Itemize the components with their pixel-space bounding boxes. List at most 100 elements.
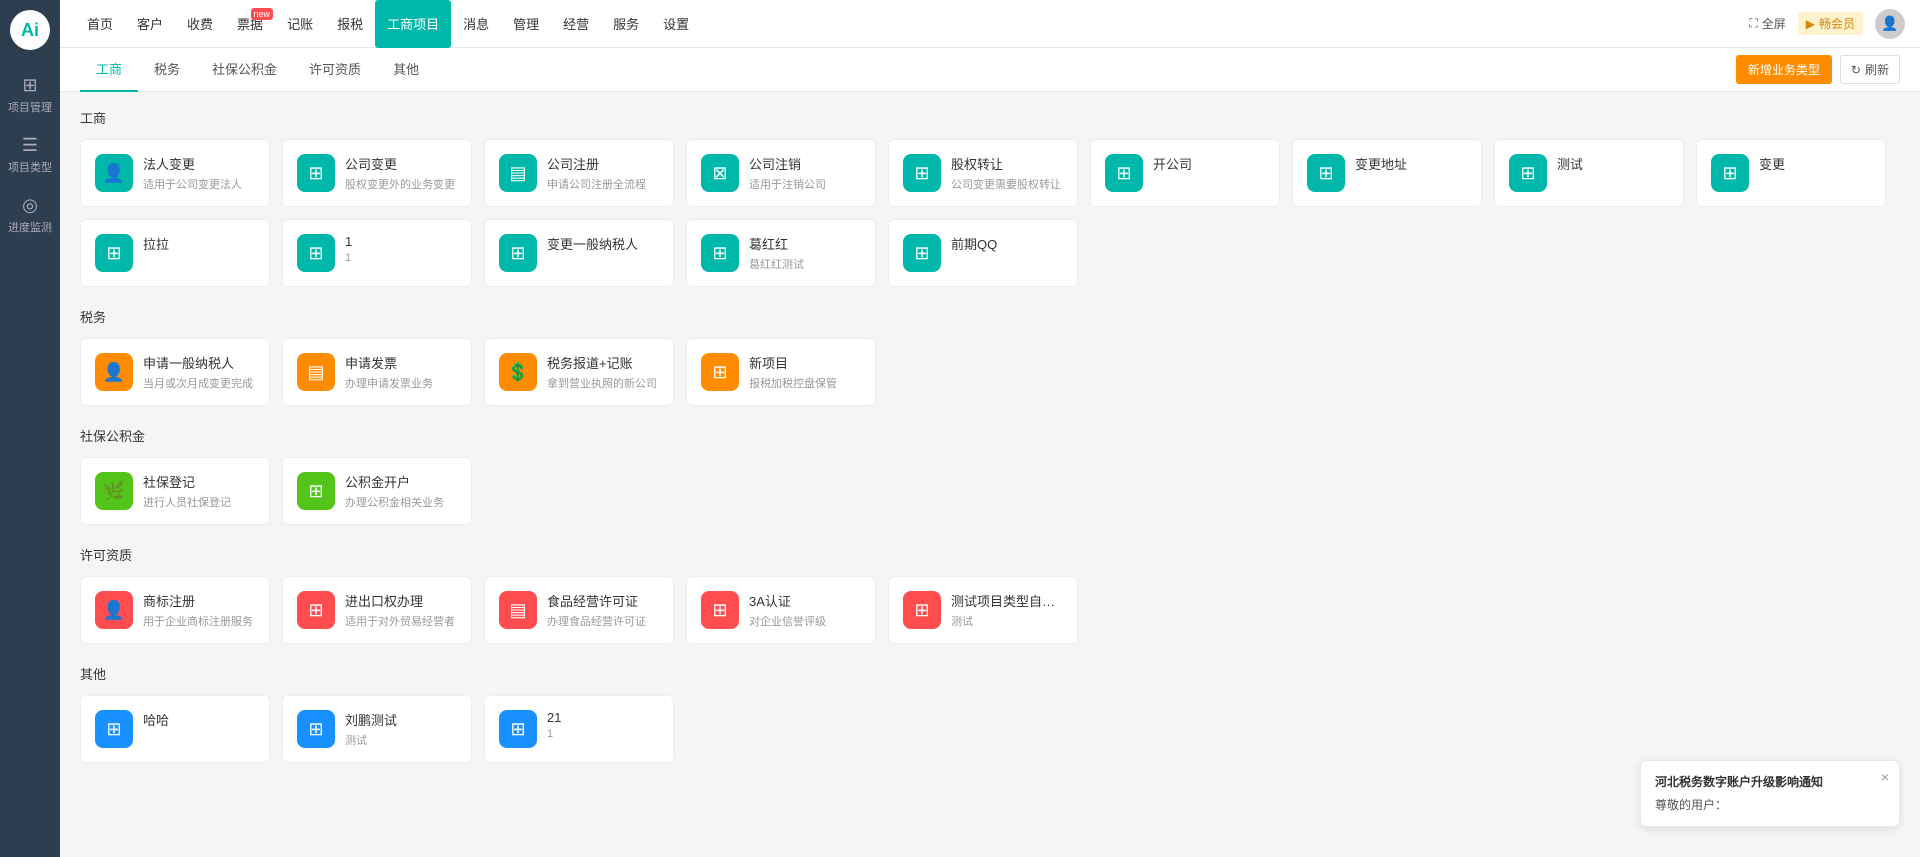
card-test[interactable]: ⊞ 测试: [1494, 139, 1684, 207]
card-info-company-cancel: 公司注销 适用于注销公司: [749, 154, 861, 192]
card-company-register[interactable]: ▤ 公司注册 申请公司注册全流程: [484, 139, 674, 207]
card-guhonghong[interactable]: ⊞ 葛红红 葛红红测试: [686, 219, 876, 287]
card-one[interactable]: ⊞ 1 1: [282, 219, 472, 287]
sidebar-logo[interactable]: Ai: [10, 10, 50, 50]
card-test-project-type[interactable]: ⊞ 测试项目类型自定义 测试: [888, 576, 1078, 644]
topnav-item-customer[interactable]: 客户: [125, 0, 175, 48]
topnav-item-home[interactable]: 首页: [75, 0, 125, 48]
card-desc-company-change: 股权变更外的业务变更: [345, 176, 457, 192]
topnav-item-manage[interactable]: 管理: [501, 0, 551, 48]
card-info-change-taxpayer: 变更一般纳税人: [547, 234, 659, 256]
topnav-item-tax[interactable]: 报税: [325, 0, 375, 48]
card-lala[interactable]: ⊞ 拉拉: [80, 219, 270, 287]
card-change-address[interactable]: ⊞ 变更地址: [1292, 139, 1482, 207]
new-type-button[interactable]: 新增业务类型: [1736, 55, 1832, 84]
main-area: 首页客户收费票据new记账报税工商项目消息管理经营服务设置 ⛶ 全屏 ▶ 畅会员…: [60, 0, 1920, 857]
card-change-taxpayer[interactable]: ⊞ 变更一般纳税人: [484, 219, 674, 287]
sidebar-icon-project-manage: ⊞: [22, 75, 37, 96]
topnav-item-billing[interactable]: 收费: [175, 0, 225, 48]
fullscreen-label: 全屏: [1762, 15, 1786, 32]
card-icon-trademark: 👤: [95, 591, 133, 629]
tab-industry[interactable]: 工商: [80, 48, 138, 92]
topnav-item-operation[interactable]: 经营: [551, 0, 601, 48]
card-haha[interactable]: ⊞ 哈哈: [80, 695, 270, 763]
card-liupeng-test[interactable]: ⊞ 刘鹏测试 测试: [282, 695, 472, 763]
card-desc-test-project-type: 测试: [951, 613, 1063, 629]
topnav-item-settings[interactable]: 设置: [651, 0, 701, 48]
card-trademark[interactable]: 👤 商标注册 用于企业商标注册服务: [80, 576, 270, 644]
card-icon-apply-invoice: ▤: [297, 353, 335, 391]
notification-close-btn[interactable]: ×: [1881, 769, 1889, 785]
card-name-trademark: 商标注册: [143, 591, 255, 610]
sidebar-item-project-manage[interactable]: ⊞ 项目管理: [8, 65, 52, 125]
refresh-label: 刷新: [1865, 61, 1889, 78]
card-social-register[interactable]: 🌿 社保登记 进行人员社保登记: [80, 457, 270, 525]
tab-other[interactable]: 其他: [377, 48, 435, 92]
card-info-fund-open: 公积金开户 办理公积金相关业务: [345, 472, 457, 510]
card-twenty-one[interactable]: ⊞ 21 1: [484, 695, 674, 763]
card-change[interactable]: ⊞ 变更: [1696, 139, 1886, 207]
tab-license[interactable]: 许可资质: [293, 48, 377, 92]
card-name-open-company: 开公司: [1153, 154, 1265, 173]
tab-tax[interactable]: 税务: [138, 48, 196, 92]
card-apply-taxpayer[interactable]: 👤 申请一般纳税人 当月或次月成变更完成: [80, 338, 270, 406]
section-social-section: 社保公积金 🌿 社保登记 进行人员社保登记 ⊞ 公积金开户 办理公积金相关业务: [80, 426, 1900, 525]
card-desc-guhonghong: 葛红红测试: [749, 256, 861, 272]
card-info-open-company: 开公司: [1153, 154, 1265, 176]
card-food-license[interactable]: ▤ 食品经营许可证 办理食品经营许可证: [484, 576, 674, 644]
card-info-tax-report-accounting: 税务报道+记账 拿到营业执照的新公司: [547, 353, 659, 391]
card-open-company[interactable]: ⊞ 开公司: [1090, 139, 1280, 207]
card-name-change-address: 变更地址: [1355, 154, 1467, 173]
card-info-import-export: 进出口权办理 适用于对外贸易经营者: [345, 591, 457, 629]
card-3a-cert[interactable]: ⊞ 3A认证 对企业信誉评级: [686, 576, 876, 644]
avatar[interactable]: 👤: [1875, 9, 1905, 39]
card-icon-test-project-type: ⊞: [903, 591, 941, 629]
tab-bar: 工商税务社保公积金许可资质其他 新增业务类型 ↻ 刷新: [60, 48, 1920, 92]
card-desc-import-export: 适用于对外贸易经营者: [345, 613, 457, 629]
card-desc-equity-transfer: 公司变更需要股权转让: [951, 176, 1063, 192]
vip-icon: ▶: [1806, 17, 1815, 31]
topnav-item-service[interactable]: 服务: [601, 0, 651, 48]
card-icon-fund-open: ⊞: [297, 472, 335, 510]
topnav-item-accounting[interactable]: 记账: [275, 0, 325, 48]
card-fund-open[interactable]: ⊞ 公积金开户 办理公积金相关业务: [282, 457, 472, 525]
card-info-apply-invoice: 申请发票 办理申请发票业务: [345, 353, 457, 391]
logo-text: Ai: [21, 20, 39, 41]
cards-grid-license-section: 👤 商标注册 用于企业商标注册服务 ⊞ 进出口权办理 适用于对外贸易经营者 ▤ …: [80, 576, 1900, 644]
tab-social[interactable]: 社保公积金: [196, 48, 293, 92]
topnav-item-message[interactable]: 消息: [451, 0, 501, 48]
sidebar-item-project-type[interactable]: ☰ 项目类型: [8, 125, 52, 185]
card-qianqi-qq[interactable]: ⊞ 前期QQ: [888, 219, 1078, 287]
sidebar-item-progress-monitor[interactable]: ◎ 进度监测: [8, 185, 52, 245]
card-new-project[interactable]: ⊞ 新项目 报税加税控盘保管: [686, 338, 876, 406]
vip-btn[interactable]: ▶ 畅会员: [1798, 12, 1863, 35]
cards-grid-social-section: 🌿 社保登记 进行人员社保登记 ⊞ 公积金开户 办理公积金相关业务: [80, 457, 1900, 525]
card-icon-3a-cert: ⊞: [701, 591, 739, 629]
card-info-qianqi-qq: 前期QQ: [951, 234, 1063, 256]
card-desc-apply-taxpayer: 当月或次月成变更完成: [143, 375, 255, 391]
card-name-test: 测试: [1557, 154, 1669, 173]
topnav-item-industry[interactable]: 工商项目: [375, 0, 451, 48]
card-icon-test: ⊞: [1509, 154, 1547, 192]
card-name-fund-open: 公积金开户: [345, 472, 457, 491]
card-name-legal-change: 法人变更: [143, 154, 255, 173]
card-equity-transfer[interactable]: ⊞ 股权转让 公司变更需要股权转让: [888, 139, 1078, 207]
section-title-industry-section: 工商: [80, 108, 1900, 127]
card-apply-invoice[interactable]: ▤ 申请发票 办理申请发票业务: [282, 338, 472, 406]
card-name-company-cancel: 公司注销: [749, 154, 861, 173]
card-name-import-export: 进出口权办理: [345, 591, 457, 610]
card-tax-report-accounting[interactable]: 💲 税务报道+记账 拿到营业执照的新公司: [484, 338, 674, 406]
card-name-company-register: 公司注册: [547, 154, 659, 173]
card-name-tax-report-accounting: 税务报道+记账: [547, 353, 659, 372]
card-company-cancel[interactable]: ⊠ 公司注销 适用于注销公司: [686, 139, 876, 207]
refresh-button[interactable]: ↻ 刷新: [1840, 55, 1900, 84]
card-company-change[interactable]: ⊞ 公司变更 股权变更外的业务变更: [282, 139, 472, 207]
card-import-export[interactable]: ⊞ 进出口权办理 适用于对外贸易经营者: [282, 576, 472, 644]
topnav-item-tickets[interactable]: 票据new: [225, 0, 275, 48]
card-name-change: 变更: [1759, 154, 1871, 173]
card-legal-change[interactable]: 👤 法人变更 适用于公司变更法人: [80, 139, 270, 207]
card-desc-apply-invoice: 办理申请发票业务: [345, 375, 457, 391]
card-desc-food-license: 办理食品经营许可证: [547, 613, 659, 629]
fullscreen-btn[interactable]: ⛶ 全屏: [1749, 15, 1785, 32]
card-info-test-project-type: 测试项目类型自定义 测试: [951, 591, 1063, 629]
